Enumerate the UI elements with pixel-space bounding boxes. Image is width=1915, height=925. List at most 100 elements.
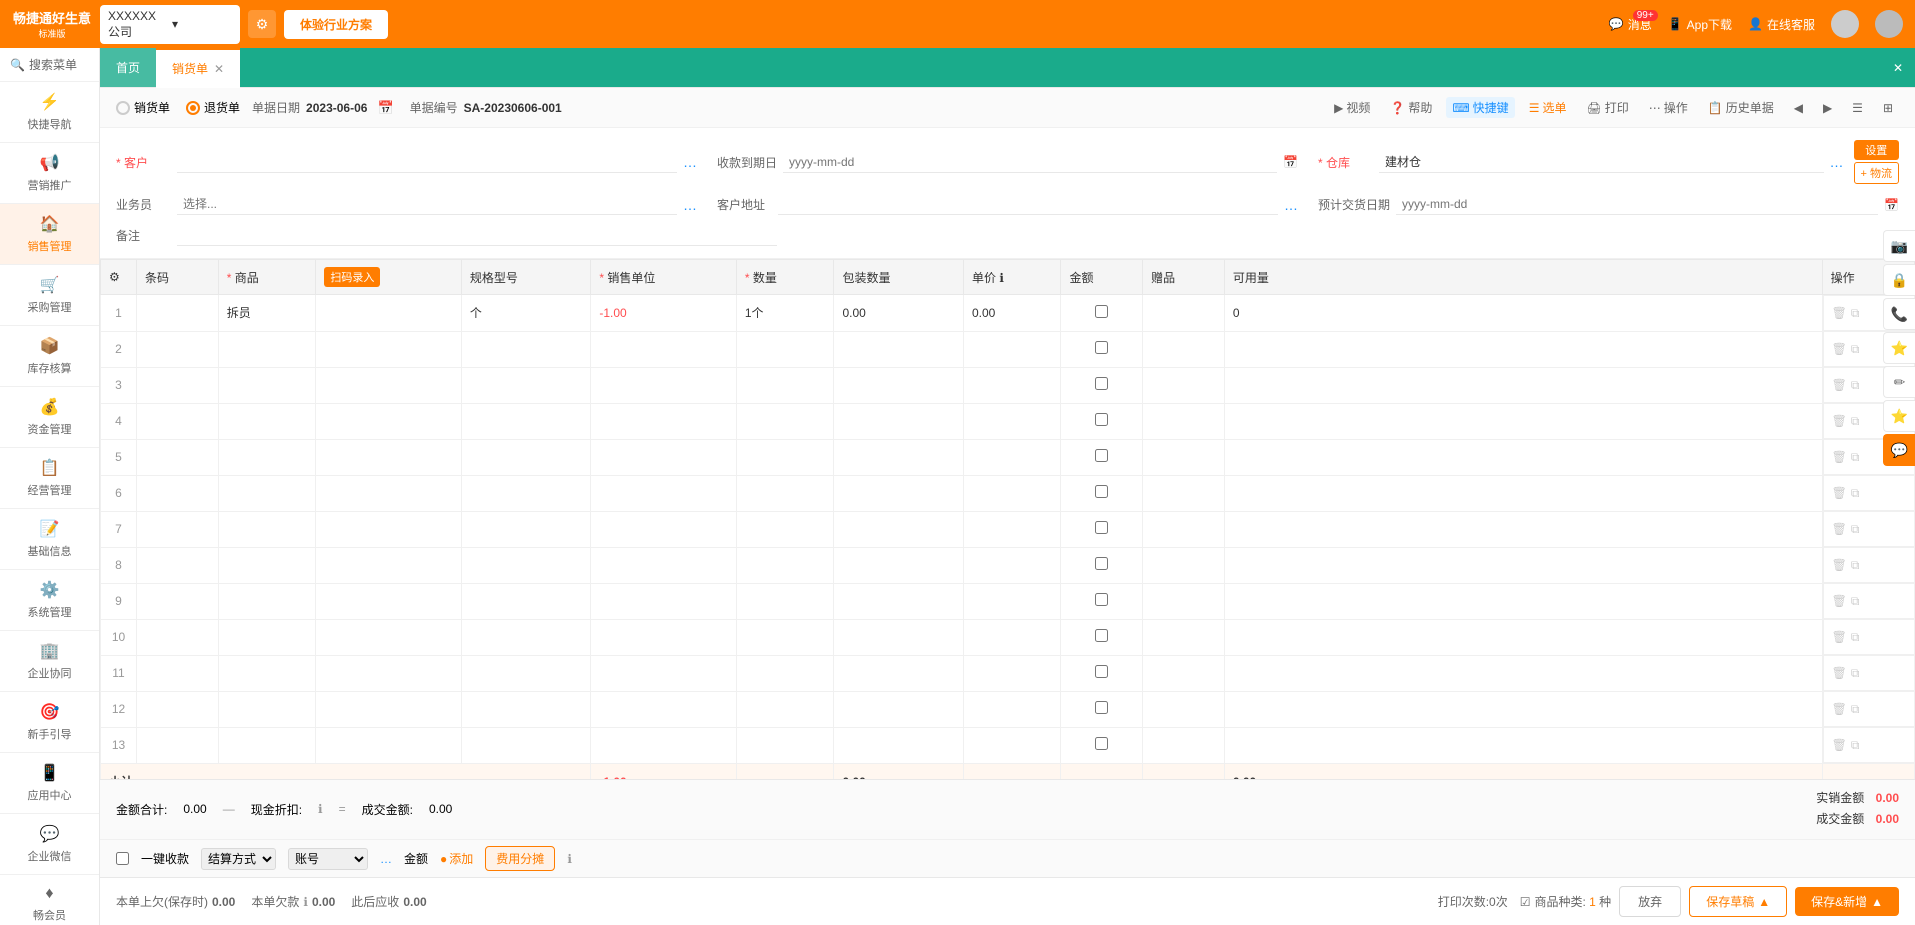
amount-cell[interactable] <box>964 439 1061 475</box>
barcode-cell[interactable] <box>137 367 219 403</box>
right-panel-btn-4[interactable]: ⭐ <box>1883 332 1915 364</box>
grid-view-btn[interactable]: ⊞ <box>1877 98 1899 118</box>
sidebar-item-purchase[interactable]: 🛒 采购管理 <box>0 265 99 326</box>
warehouse-input[interactable] <box>1379 152 1824 173</box>
unit-cell[interactable] <box>461 691 591 727</box>
gift-cell[interactable] <box>1061 475 1143 511</box>
price-cell[interactable] <box>834 403 964 439</box>
customer-addr-input[interactable] <box>778 194 1278 215</box>
price-cell[interactable] <box>834 691 964 727</box>
checkbox-icon[interactable]: ☑ <box>1520 895 1531 909</box>
warehouse-ellipsis-btn[interactable]: … <box>1830 154 1844 170</box>
notes-cell[interactable] <box>1143 691 1225 727</box>
copy-icon[interactable]: ⧉ <box>1851 378 1860 393</box>
online-service-btn[interactable]: 👤 在线客服 <box>1748 16 1815 33</box>
right-panel-btn-6[interactable]: ⭐ <box>1883 400 1915 432</box>
barcode-cell[interactable] <box>137 295 219 332</box>
quantity-cell[interactable] <box>591 583 736 619</box>
pkg-qty-cell[interactable] <box>736 511 834 547</box>
delete-icon[interactable]: 🗑 <box>1832 630 1847 644</box>
fee-info-icon[interactable]: ℹ <box>567 852 572 866</box>
app-download-btn[interactable]: 📱 App下载 <box>1668 16 1732 33</box>
sidebar-item-system[interactable]: ⚙️ 系统管理 <box>0 570 99 631</box>
gift-cell[interactable] <box>1061 727 1143 764</box>
spec-cell[interactable] <box>316 511 461 547</box>
delete-icon[interactable]: 🗑 <box>1832 414 1847 428</box>
barcode-cell[interactable] <box>137 727 219 764</box>
delete-icon[interactable]: 🗑 <box>1832 594 1847 608</box>
unit-cell[interactable] <box>461 619 591 655</box>
video-btn[interactable]: ▶ 视频 <box>1328 96 1376 119</box>
product-cell[interactable] <box>218 619 316 655</box>
amount-cell[interactable] <box>964 547 1061 583</box>
pkg-qty-cell[interactable] <box>736 439 834 475</box>
barcode-cell[interactable] <box>137 439 219 475</box>
sidebar-search[interactable]: 🔍 搜索菜单 <box>0 48 99 82</box>
pkg-qty-cell[interactable] <box>736 727 834 764</box>
amount-cell[interactable] <box>964 655 1061 691</box>
amount-cell[interactable] <box>964 727 1061 764</box>
sidebar-item-enterprise[interactable]: 🏢 企业协同 <box>0 631 99 692</box>
unit-cell[interactable] <box>461 439 591 475</box>
amount-cell[interactable]: 0.00 <box>964 295 1061 332</box>
notes-cell[interactable] <box>1143 367 1225 403</box>
discard-btn[interactable]: 放弃 <box>1619 886 1681 917</box>
tab-close-icon[interactable]: ✕ <box>214 62 224 76</box>
unit-cell[interactable] <box>461 583 591 619</box>
spec-cell[interactable] <box>316 691 461 727</box>
message-btn[interactable]: 💬 消息 99+ <box>1609 16 1652 33</box>
copy-icon[interactable]: ⧉ <box>1851 342 1860 357</box>
delete-icon[interactable]: 🗑 <box>1832 666 1847 680</box>
amount-cell[interactable] <box>964 331 1061 367</box>
price-cell[interactable] <box>834 655 964 691</box>
notes-cell[interactable] <box>1143 295 1225 332</box>
quantity-cell[interactable] <box>591 511 736 547</box>
right-panel-btn-1[interactable]: 📷 <box>1883 230 1915 262</box>
tab-sales-order[interactable]: 销货单 ✕ <box>156 48 240 88</box>
spec-cell[interactable] <box>316 475 461 511</box>
spec-cell[interactable] <box>316 439 461 475</box>
price-cell[interactable] <box>834 439 964 475</box>
gift-cell[interactable] <box>1061 439 1143 475</box>
product-cell[interactable] <box>218 439 316 475</box>
price-cell[interactable] <box>834 475 964 511</box>
customer-ellipsis-btn[interactable]: … <box>683 154 697 170</box>
price-cell[interactable] <box>834 727 964 764</box>
quantity-cell[interactable] <box>591 547 736 583</box>
select-btn[interactable]: ☰ 选单 <box>1523 96 1573 119</box>
notes-input[interactable] <box>177 225 777 246</box>
copy-icon[interactable]: ⧉ <box>1851 486 1860 501</box>
sidebar-item-finance[interactable]: 💰 资金管理 <box>0 387 99 448</box>
sidebar-item-wechat[interactable]: 💬 企业微信 <box>0 814 99 875</box>
delete-icon[interactable]: 🗑 <box>1832 450 1847 464</box>
delete-icon[interactable]: 🗑 <box>1832 522 1847 536</box>
barcode-cell[interactable] <box>137 583 219 619</box>
barcode-cell[interactable] <box>137 331 219 367</box>
ellipsis-btn-payment[interactable]: … <box>380 852 392 866</box>
right-panel-btn-orange[interactable]: 💬 <box>1883 434 1915 466</box>
product-cell[interactable] <box>218 547 316 583</box>
unit-cell[interactable]: 个 <box>461 295 591 332</box>
unit-cell[interactable] <box>461 727 591 764</box>
amount-cell[interactable] <box>964 475 1061 511</box>
expected-date-input[interactable] <box>1396 194 1878 215</box>
spec-cell[interactable] <box>316 403 461 439</box>
gift-cell[interactable] <box>1061 655 1143 691</box>
barcode-cell[interactable] <box>137 655 219 691</box>
product-cell[interactable] <box>218 367 316 403</box>
due-date-input[interactable] <box>783 152 1277 173</box>
pkg-qty-cell[interactable] <box>736 331 834 367</box>
pkg-qty-cell[interactable] <box>736 475 834 511</box>
gift-cell[interactable] <box>1061 331 1143 367</box>
date-value[interactable]: 2023-06-06 <box>306 101 367 115</box>
amount-cell[interactable] <box>964 583 1061 619</box>
spec-cell[interactable] <box>316 727 461 764</box>
price-cell[interactable]: 0.00 <box>834 295 964 332</box>
price-cell[interactable] <box>834 331 964 367</box>
fee-btn[interactable]: 费用分摊 <box>485 846 555 871</box>
delete-icon[interactable]: 🗑 <box>1832 702 1847 716</box>
trial-btn[interactable]: 体验行业方案 <box>284 10 388 39</box>
print-btn[interactable]: 🖨 打印 <box>1580 96 1634 119</box>
customer-addr-ellipsis-btn[interactable]: … <box>1284 197 1298 213</box>
price-cell[interactable] <box>834 547 964 583</box>
